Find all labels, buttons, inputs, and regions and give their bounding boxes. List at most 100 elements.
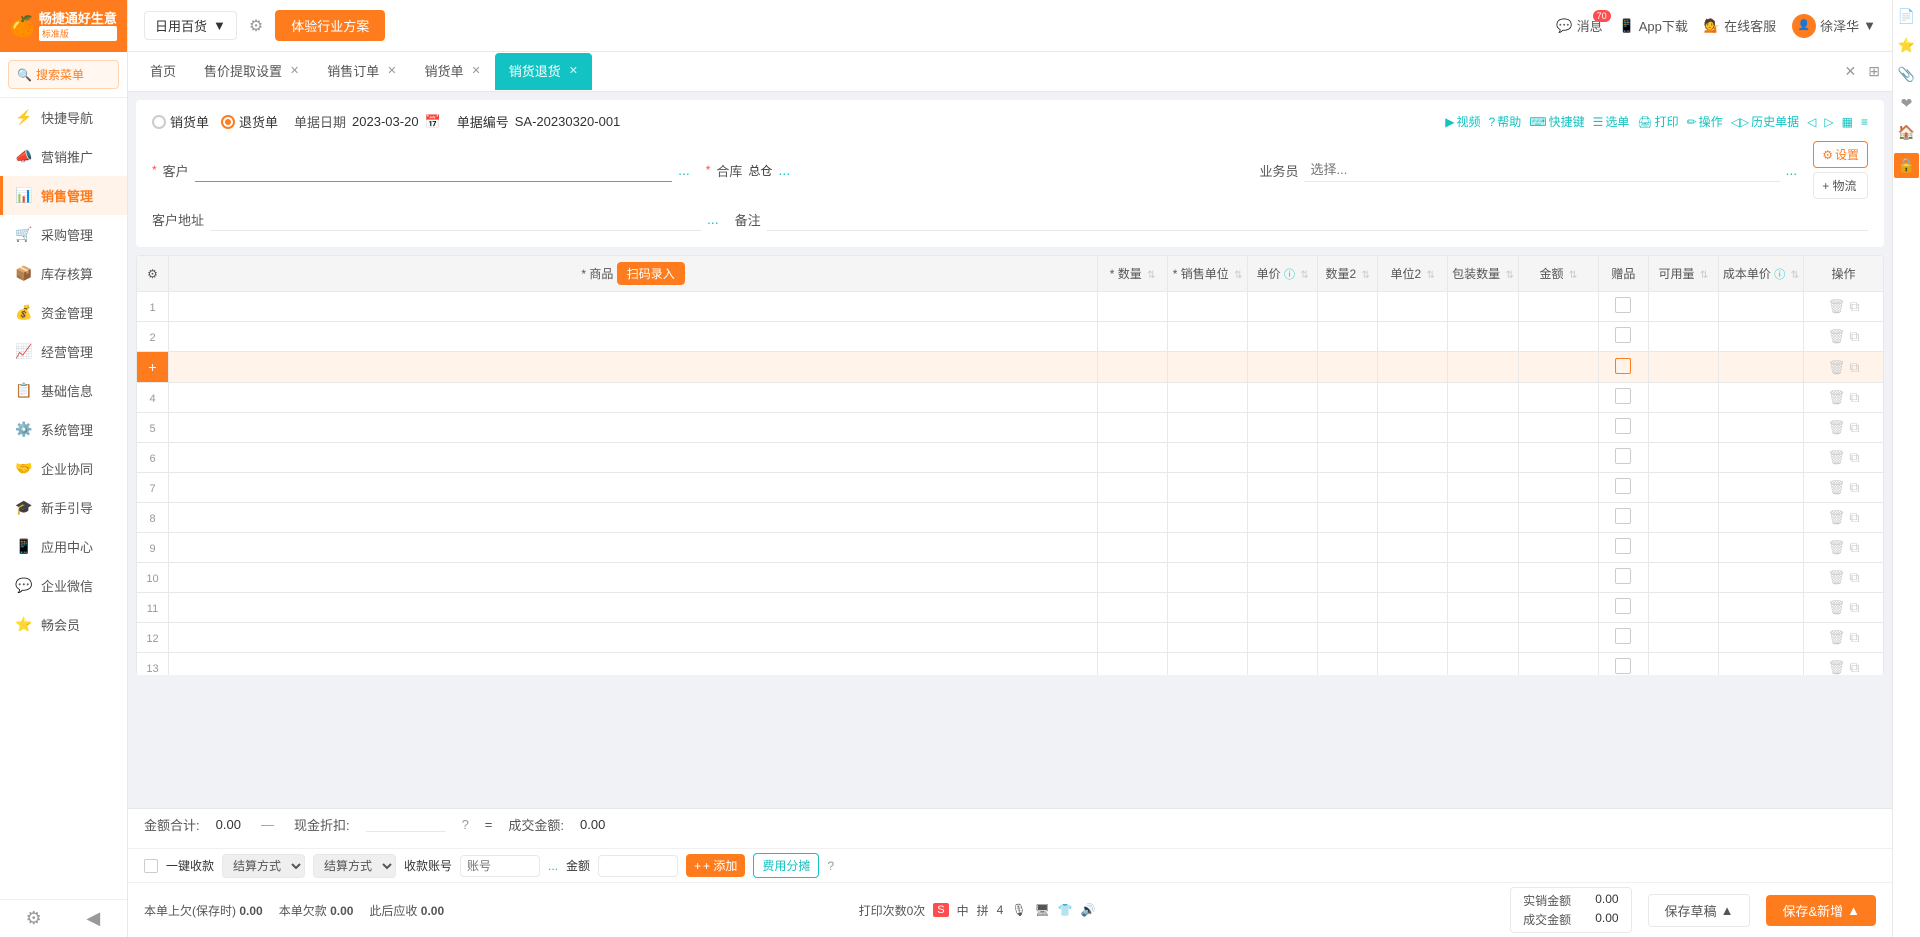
address-input[interactable]: [210, 207, 701, 231]
fee-split-btn[interactable]: 费用分摊: [753, 853, 819, 878]
cost-cell[interactable]: [1718, 533, 1803, 563]
unit2-cell[interactable]: [1378, 503, 1448, 533]
amount-cell[interactable]: [1518, 292, 1598, 322]
right-panel-home-icon[interactable]: 🏠: [1898, 124, 1915, 141]
product-cell[interactable]: [169, 292, 1098, 322]
gift-cell[interactable]: [1598, 443, 1648, 473]
qty2-cell[interactable]: [1318, 352, 1378, 383]
tab-home[interactable]: 首页: [136, 53, 190, 90]
experience-btn[interactable]: 体验行业方案: [275, 10, 385, 41]
gift-checkbox[interactable]: [1615, 358, 1631, 374]
tab-sales-return[interactable]: 销货退货 ✕: [495, 53, 592, 90]
gift-cell[interactable]: [1598, 593, 1648, 623]
scan-btn[interactable]: 扫码录入: [617, 262, 685, 285]
customer-input[interactable]: [195, 158, 672, 182]
gift-cell[interactable]: [1598, 352, 1648, 383]
price-cell[interactable]: [1248, 503, 1318, 533]
history-link[interactable]: ◁▷ 历史单据: [1731, 113, 1799, 130]
qty-cell[interactable]: [1098, 292, 1168, 322]
select-link[interactable]: ☰ 选单: [1593, 113, 1630, 130]
tab-sales-order[interactable]: 销售订单 ✕: [313, 53, 410, 90]
product-cell[interactable]: [169, 352, 1098, 383]
amount-cell[interactable]: [1518, 653, 1598, 676]
expand-tabs-icon[interactable]: ⊞: [1864, 61, 1884, 82]
print-link[interactable]: 🖨 打印: [1637, 113, 1678, 130]
right-panel-doc-icon[interactable]: 📄: [1898, 8, 1915, 25]
shortcut-link[interactable]: ⌨ 快捷键: [1529, 113, 1584, 130]
price-cell[interactable]: [1248, 473, 1318, 503]
gift-cell[interactable]: [1598, 383, 1648, 413]
sidebar-collapse-btn[interactable]: ◀: [68, 908, 120, 929]
cost-sort[interactable]: ⇅: [1791, 270, 1799, 281]
sale-unit-cell[interactable]: [1168, 563, 1248, 593]
warehouse-select-btn[interactable]: ...: [778, 162, 790, 178]
qty-cell[interactable]: [1098, 503, 1168, 533]
right-panel-fav-icon[interactable]: ❤: [1901, 95, 1913, 112]
gift-cell[interactable]: [1598, 623, 1648, 653]
delete-row-icon[interactable]: 🗑: [1828, 569, 1846, 586]
copy-row-icon[interactable]: ⧉: [1849, 539, 1859, 556]
delete-row-icon[interactable]: 🗑: [1828, 509, 1846, 526]
gift-checkbox[interactable]: [1615, 568, 1631, 584]
copy-row-icon[interactable]: ⧉: [1849, 449, 1859, 466]
copy-row-icon[interactable]: ⧉: [1849, 419, 1859, 436]
unit2-sort[interactable]: ⇅: [1426, 270, 1434, 281]
qty-cell[interactable]: [1098, 443, 1168, 473]
qty2-cell[interactable]: [1318, 623, 1378, 653]
qty-cell[interactable]: [1098, 413, 1168, 443]
tab-close-sales-order[interactable]: ✕: [387, 64, 396, 77]
unit2-cell[interactable]: [1378, 623, 1448, 653]
gift-cell[interactable]: [1598, 322, 1648, 352]
gift-checkbox[interactable]: [1615, 418, 1631, 434]
price-cell[interactable]: [1248, 413, 1318, 443]
unit2-cell[interactable]: [1378, 322, 1448, 352]
pkg-qty-cell[interactable]: [1448, 533, 1519, 563]
price-cell[interactable]: [1248, 653, 1318, 676]
tab-price-extract[interactable]: 售价提取设置 ✕: [190, 53, 313, 90]
pkg-qty-cell[interactable]: [1448, 383, 1519, 413]
gift-cell[interactable]: [1598, 503, 1648, 533]
delete-row-icon[interactable]: 🗑: [1828, 328, 1846, 345]
row-add-btn[interactable]: +: [143, 357, 163, 377]
pkg-qty-cell[interactable]: [1448, 593, 1519, 623]
customer-select-btn[interactable]: ...: [678, 162, 690, 178]
gift-checkbox[interactable]: [1615, 327, 1631, 343]
copy-row-icon[interactable]: ⧉: [1849, 629, 1859, 646]
unit2-cell[interactable]: [1378, 413, 1448, 443]
pkg-qty-cell[interactable]: [1448, 322, 1519, 352]
delete-row-icon[interactable]: 🗑: [1828, 449, 1846, 466]
unit-sort[interactable]: ⇅: [1234, 270, 1242, 281]
cost-cell[interactable]: [1718, 292, 1803, 322]
amount-cell[interactable]: [1518, 473, 1598, 503]
qty-cell[interactable]: [1098, 352, 1168, 383]
cost-cell[interactable]: [1718, 653, 1803, 676]
prev-doc-icon[interactable]: ◁: [1807, 115, 1816, 129]
gift-checkbox[interactable]: [1615, 448, 1631, 464]
account-input[interactable]: [460, 855, 540, 877]
add-payment-btn[interactable]: + + 添加: [686, 854, 745, 877]
qty2-cell[interactable]: [1318, 383, 1378, 413]
sale-unit-cell[interactable]: [1168, 473, 1248, 503]
pkg-qty-cell[interactable]: [1448, 352, 1519, 383]
price-cell[interactable]: [1248, 593, 1318, 623]
avail-cell[interactable]: [1648, 503, 1718, 533]
sale-unit-cell[interactable]: [1168, 593, 1248, 623]
price-cell[interactable]: [1248, 533, 1318, 563]
price-cell[interactable]: [1248, 322, 1318, 352]
product-input[interactable]: [173, 360, 1093, 374]
product-cell[interactable]: [169, 413, 1098, 443]
tab-close-price-extract[interactable]: ✕: [290, 64, 299, 77]
settings-btn[interactable]: ⚙ 设置: [1813, 141, 1868, 168]
discount-input[interactable]: [366, 817, 446, 832]
delete-row-icon[interactable]: 🗑: [1828, 479, 1846, 496]
sale-unit-cell[interactable]: [1168, 322, 1248, 352]
unit2-cell[interactable]: [1378, 533, 1448, 563]
addr-select-btn[interactable]: ...: [707, 211, 719, 227]
qty-cell[interactable]: [1098, 563, 1168, 593]
avail-cell[interactable]: [1648, 593, 1718, 623]
sidebar-item-basic[interactable]: 📋 基础信息: [0, 371, 127, 410]
gift-cell[interactable]: [1598, 473, 1648, 503]
product-cell[interactable]: [169, 443, 1098, 473]
sale-unit-cell[interactable]: [1168, 533, 1248, 563]
sale-unit-cell[interactable]: [1168, 443, 1248, 473]
